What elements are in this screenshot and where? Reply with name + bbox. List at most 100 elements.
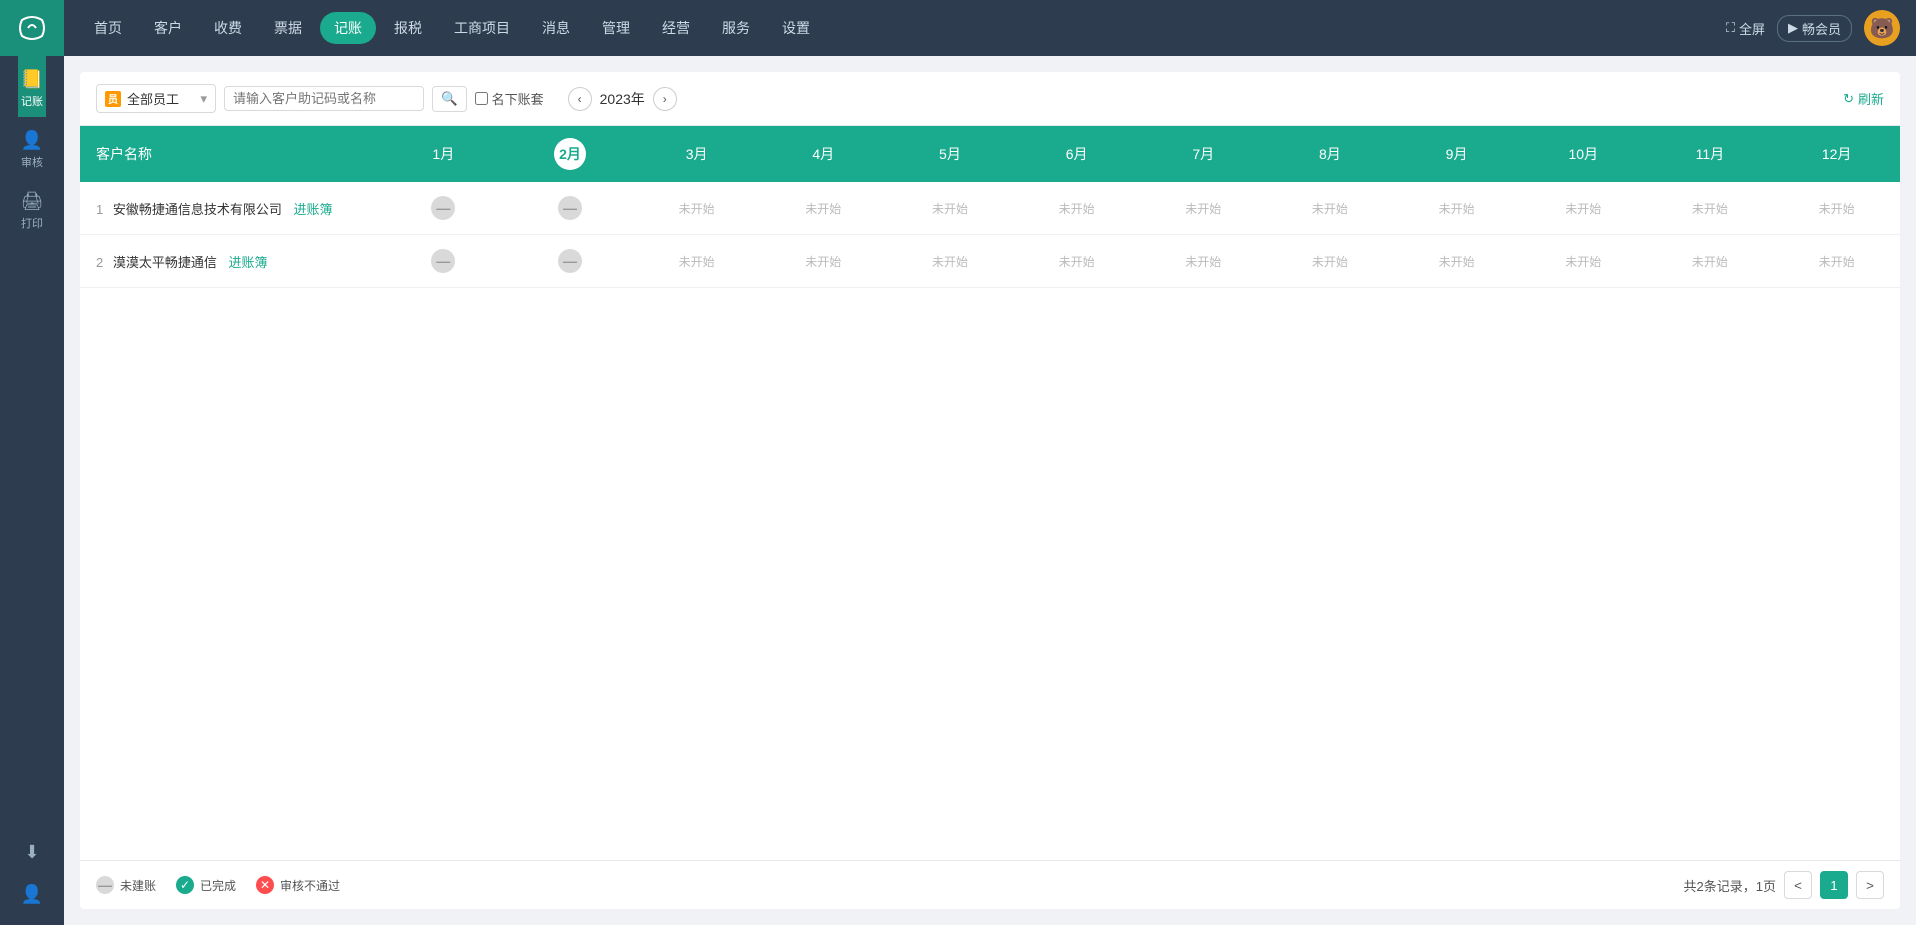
employee-icon: 员 [105,91,121,107]
next-year-button[interactable]: › [653,87,677,111]
legend-dot-completed: ✓ [176,876,194,894]
legend-item-completed: ✓ 已完成 [176,876,236,894]
topnav-item-bookkeeping[interactable]: 记账 [320,12,376,44]
topnav-item-billing[interactable]: 收费 [200,12,256,44]
my-accounts-label: 名下账套 [492,89,544,108]
status-not-started: 未开始 [1185,202,1221,216]
pagination: 共2条记录，1页 < 1 > [1684,871,1884,899]
cell-m5: 未开始 [887,182,1014,235]
search-input[interactable] [224,86,424,111]
cell-m12: 未开始 [1773,182,1900,235]
main-container: 首页客户收费票据记账报税工商项目消息管理经营服务设置 ⛶ 全屏 ▶ 畅会员 🐻 … [64,0,1916,925]
content-area: 员 全部员工 ▾ 🔍 名下账套 ‹ 2023年 › ↻ 刷新 [64,56,1916,925]
cell-m4: 未开始 [760,235,887,288]
pagination-info: 共2条记录，1页 [1684,876,1776,895]
sidebar-item-user[interactable]: 👤 [0,871,64,913]
vip-icon: ▶ [1788,20,1798,36]
cell-m8: 未开始 [1267,182,1394,235]
cell-m12: 未开始 [1773,235,1900,288]
prev-page-button[interactable]: < [1784,871,1812,899]
topnav-item-home[interactable]: 首页 [80,12,136,44]
row-index: 1 [96,202,103,217]
topnav-item-messages[interactable]: 消息 [528,12,584,44]
col-header-m7: 7月 [1140,126,1267,182]
topnav-item-tax[interactable]: 报税 [380,12,436,44]
status-dash-icon: — [431,249,455,273]
sidebar-item-bookkeeping[interactable]: 📒 记账 [18,56,46,117]
print-icon: 🖨 [18,190,46,212]
topnav-item-operations[interactable]: 经营 [648,12,704,44]
cell-m3: 未开始 [633,182,760,235]
enter-ledger-link[interactable]: 进账簿 [294,202,333,217]
legend-dot-failed: ✕ [256,876,274,894]
user-icon: 👤 [18,883,46,905]
cell-m2: — [507,182,634,235]
cell-m5: 未开始 [887,235,1014,288]
sidebar-item-audit[interactable]: 👤 审核 [18,117,46,178]
status-not-started: 未开始 [1439,202,1475,216]
current-page-button[interactable]: 1 [1820,871,1848,899]
cell-m11: 未开始 [1647,235,1774,288]
row-index: 2 [96,255,103,270]
fullscreen-button[interactable]: ⛶ 全屏 [1726,19,1765,38]
main-card: 员 全部员工 ▾ 🔍 名下账套 ‹ 2023年 › ↻ 刷新 [80,72,1900,909]
employee-select[interactable]: 员 全部员工 ▾ [96,84,216,113]
sidebar-item-label: 审核 [21,154,43,170]
topnav-item-invoice[interactable]: 票据 [260,12,316,44]
status-not-started: 未开始 [1819,255,1855,269]
status-dash-icon: — [558,249,582,273]
avatar[interactable]: 🐻 [1864,10,1900,46]
refresh-icon: ↻ [1843,91,1854,107]
status-not-started: 未开始 [1439,255,1475,269]
my-accounts-checkbox-label[interactable]: 名下账套 [475,89,544,108]
status-not-started: 未开始 [805,202,841,216]
sidebar-item-download[interactable]: ⬇ [0,829,64,871]
bookkeeping-table: 客户名称1月2月3月4月5月6月7月8月9月10月11月12月 1 安徽畅捷通信… [80,126,1900,288]
topnav-item-bizitems[interactable]: 工商项目 [440,12,524,44]
enter-ledger-link[interactable]: 进账簿 [229,255,268,270]
search-button[interactable]: 🔍 [432,86,467,112]
status-not-started: 未开始 [1565,202,1601,216]
col-header-m12: 12月 [1773,126,1900,182]
legend-label-completed: 已完成 [200,877,236,894]
refresh-button[interactable]: ↻ 刷新 [1843,89,1884,108]
bookkeeping-icon: 📒 [18,68,46,90]
topnav-item-management[interactable]: 管理 [588,12,644,44]
cell-m3: 未开始 [633,235,760,288]
year-nav: ‹ 2023年 › [568,87,677,111]
customer-name: 安徽畅捷通信息技术有限公司 [113,202,282,217]
col-header-m8: 8月 [1267,126,1394,182]
cell-m7: 未开始 [1140,235,1267,288]
vip-label: 畅会员 [1802,19,1841,38]
vip-button[interactable]: ▶ 畅会员 [1777,15,1852,42]
status-not-started: 未开始 [679,255,715,269]
my-accounts-checkbox[interactable] [475,92,488,105]
status-not-started: 未开始 [932,202,968,216]
cell-m6: 未开始 [1013,235,1140,288]
next-page-button[interactable]: > [1856,871,1884,899]
cell-m9: 未开始 [1393,182,1520,235]
status-not-started: 未开始 [1312,202,1348,216]
status-not-started: 未开始 [1692,255,1728,269]
refresh-label: 刷新 [1858,89,1884,108]
col-header-m5: 5月 [887,126,1014,182]
cell-m7: 未开始 [1140,182,1267,235]
fullscreen-label: 全屏 [1739,19,1765,38]
status-not-started: 未开始 [1059,255,1095,269]
col-header-m6: 6月 [1013,126,1140,182]
active-month-circle: 2月 [554,138,586,170]
col-header-m11: 11月 [1647,126,1774,182]
topnav-item-settings[interactable]: 设置 [768,12,824,44]
toolbar: 员 全部员工 ▾ 🔍 名下账套 ‹ 2023年 › ↻ 刷新 [80,72,1900,126]
customer-name: 漠漠太平畅捷通信 [113,255,217,270]
prev-year-button[interactable]: ‹ [568,87,592,111]
sidebar-item-print[interactable]: 🖨 打印 [18,178,46,239]
footer: — 未建账 ✓ 已完成 ✕ 审核不通过 共2条记录，1页 < 1 > [80,860,1900,909]
sidebar-bottom: ⬇ 👤 [0,829,64,925]
cell-m1: — [380,182,507,235]
topnav-item-services[interactable]: 服务 [708,12,764,44]
topnav: 首页客户收费票据记账报税工商项目消息管理经营服务设置 ⛶ 全屏 ▶ 畅会员 🐻 [64,0,1916,56]
customer-name-cell: 2 漠漠太平畅捷通信 进账簿 [80,235,380,288]
status-dash-icon: — [558,196,582,220]
topnav-item-customer[interactable]: 客户 [140,12,196,44]
